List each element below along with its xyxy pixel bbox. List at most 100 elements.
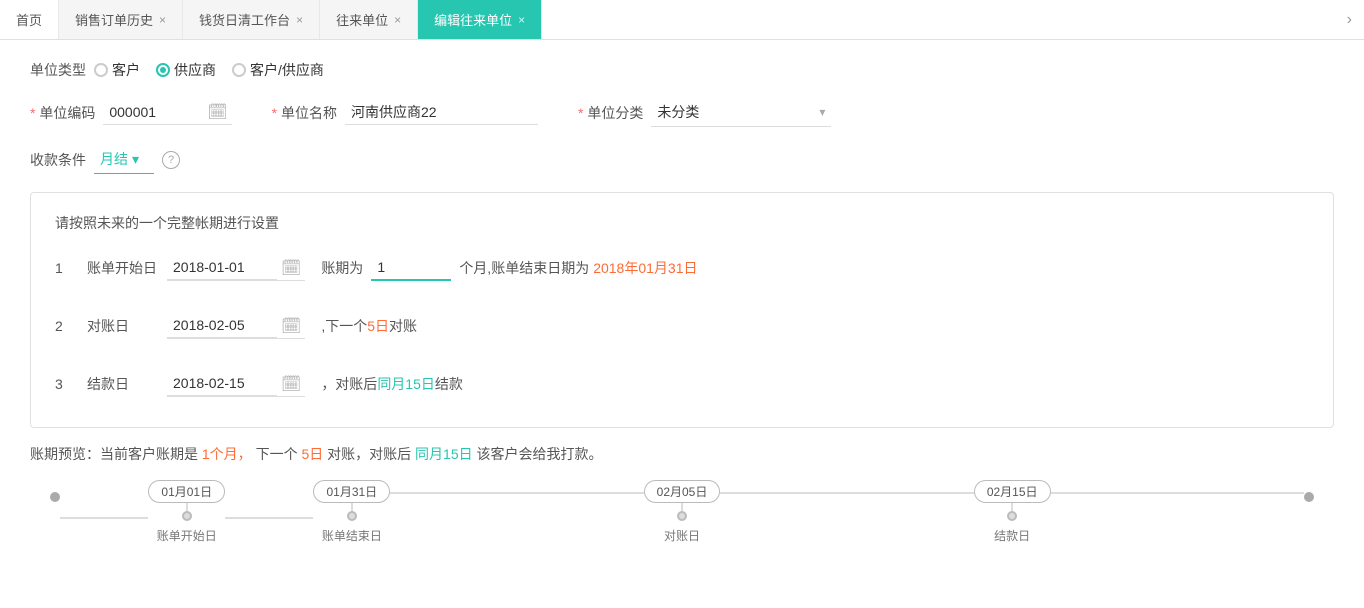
unit-category-dropdown[interactable]: 未分类 ▾	[651, 98, 831, 127]
period-prefix: 账期为	[321, 258, 363, 278]
timeline-start	[50, 480, 60, 502]
timeline-dot-2	[347, 511, 357, 521]
radio-supplier[interactable]: 供应商	[156, 60, 216, 80]
unit-code-icon[interactable]: 🗓	[203, 102, 231, 122]
unit-name-label: 单位名称	[272, 103, 337, 123]
timeline-dot-1	[182, 511, 192, 521]
preview-period: 1个月，	[202, 446, 252, 462]
timeline-badge-3: 02月05日	[644, 480, 721, 503]
reconcile-desc-prefix: ,下一个	[321, 316, 367, 336]
reconcile-highlight: 5日	[367, 316, 389, 336]
collect-condition-label: 收款条件	[30, 150, 86, 170]
unit-category-field: 单位分类 未分类 ▾	[578, 98, 831, 127]
setting-row-2: 2 对账日 🗓 ,下一个 5日 对账	[55, 311, 1309, 341]
timeline-label-2: 账单结束日	[322, 527, 382, 544]
radio-both[interactable]: 客户/供应商	[232, 60, 324, 80]
reconcile-desc-suffix: 对账	[389, 316, 417, 336]
tab-edit-partner-close[interactable]: ×	[518, 13, 525, 27]
start-date-input[interactable]	[167, 255, 277, 280]
collect-condition-row: 收款条件 月结 ▾ ?	[30, 145, 1334, 174]
unit-category-value: 未分类	[657, 102, 813, 122]
tab-home[interactable]: 首页	[0, 0, 59, 39]
payment-date-cal-icon[interactable]: 🗓	[277, 374, 305, 394]
timeline-badge-4: 02月15日	[974, 480, 1051, 503]
timeline-segment-1: 01月01日 账单开始日	[60, 480, 313, 544]
collect-condition-dropdown[interactable]: 月结 ▾	[94, 145, 154, 174]
start-date-input-wrap: 🗓	[167, 255, 305, 281]
setting-num-1: 1	[55, 260, 75, 276]
unit-info-row: 单位编码 🗓 单位名称 单位分类 未分类 ▾	[30, 98, 1334, 127]
reconcile-date-cal-icon[interactable]: 🗓	[277, 316, 305, 336]
payment-date-input[interactable]	[167, 371, 277, 396]
payment-highlight: 同月15日	[377, 374, 435, 394]
timeline-label-3: 对账日	[664, 527, 700, 544]
radio-customer[interactable]: 客户	[94, 60, 140, 80]
setting-row-3: 3 结款日 🗓 ，对账后 同月15日 结款	[55, 369, 1309, 399]
reconcile-date-input[interactable]	[167, 313, 277, 338]
preview-payment-highlight: 同月15日	[415, 446, 473, 462]
tab-cash-work[interactable]: 钱货日清工作台 ×	[183, 0, 320, 39]
tab-expand-button[interactable]: ›	[1335, 11, 1364, 29]
collect-condition-value: 月结	[100, 149, 128, 169]
setting-row-1: 1 账单开始日 🗓 账期为 个月,账单结束日期为 2018年01月31日	[55, 253, 1309, 283]
tab-sales-history[interactable]: 销售订单历史 ×	[59, 0, 183, 39]
payment-date-input-wrap: 🗓	[167, 371, 305, 397]
unit-type-label: 单位类型	[30, 60, 86, 80]
preview-text: 账期预览：当前客户账期是 1个月， 下一个 5日 对账，对账后 同月15日 该客…	[30, 444, 1334, 464]
timeline-line-4	[720, 492, 973, 494]
timeline-node-1: 01月01日 账单开始日	[148, 480, 225, 544]
unit-category-arrow: ▾	[819, 105, 825, 119]
radio-label-supplier: 供应商	[174, 60, 216, 80]
preview-reconcile-highlight: 5日	[301, 446, 323, 462]
unit-code-input[interactable]	[103, 100, 203, 124]
timeline-end-dot	[1304, 492, 1314, 502]
preview-label: 账期预览：当前客户账期是	[30, 446, 198, 462]
tab-partners[interactable]: 往来单位 ×	[320, 0, 418, 39]
radio-circle-customer	[94, 63, 108, 77]
period-value-input[interactable]	[371, 255, 451, 281]
timeline-line-1	[60, 517, 148, 519]
main-content: 单位类型 客户 供应商 客户/供应商 单位编码 🗓 单位	[0, 40, 1364, 608]
tab-sales-history-close[interactable]: ×	[159, 13, 166, 27]
payment-desc-suffix: 结款	[435, 374, 463, 394]
tab-cash-work-close[interactable]: ×	[296, 13, 303, 27]
timeline-badge-2: 01月31日	[313, 480, 390, 503]
preview-payment-suffix: 该客户会给我打款。	[477, 446, 603, 462]
tabs-bar: 首页 销售订单历史 × 钱货日清工作台 × 往来单位 × 编辑往来单位 × ›	[0, 0, 1364, 40]
preview-reconcile-suffix: 对账，对账后	[327, 446, 411, 462]
collect-dropdown-arrow: ▾	[132, 151, 139, 168]
unit-type-radio-group: 客户 供应商 客户/供应商	[94, 60, 324, 80]
radio-label-customer: 客户	[112, 60, 140, 80]
help-icon[interactable]: ?	[162, 151, 180, 169]
timeline-line-2	[225, 517, 313, 519]
payment-desc-prefix: ，对账后	[321, 374, 377, 394]
timeline-label-1: 账单开始日	[157, 527, 217, 544]
radio-circle-both	[232, 63, 246, 77]
timeline-start-dot	[50, 492, 60, 502]
tab-edit-partner[interactable]: 编辑往来单位 ×	[418, 0, 542, 39]
timeline-badge-1: 01月01日	[148, 480, 225, 503]
setting-name-3: 结款日	[87, 374, 167, 394]
period-suffix: 个月,账单结束日期为	[459, 258, 589, 278]
timeline-node-4: 02月15日 结款日	[974, 480, 1051, 544]
preview-reconcile-prefix: 下一个	[256, 446, 298, 462]
timeline-dot-3	[677, 511, 687, 521]
setting-name-2: 对账日	[87, 316, 167, 336]
unit-code-input-wrap: 🗓	[103, 100, 231, 125]
unit-code-label: 单位编码	[30, 103, 95, 123]
radio-label-both: 客户/供应商	[250, 60, 324, 80]
settings-card: 请按照未来的一个完整帐期进行设置 1 账单开始日 🗓 账期为 个月,账单结束日期…	[30, 192, 1334, 428]
tab-partners-close[interactable]: ×	[394, 13, 401, 27]
unit-name-input[interactable]	[345, 100, 538, 125]
unit-type-row: 单位类型 客户 供应商 客户/供应商	[30, 60, 1334, 80]
radio-circle-supplier	[156, 63, 170, 77]
start-date-cal-icon[interactable]: 🗓	[277, 258, 305, 278]
period-end-date: 2018年01月31日	[593, 258, 697, 278]
timeline-dot-4	[1007, 511, 1017, 521]
reconcile-date-input-wrap: 🗓	[167, 313, 305, 339]
settings-card-title: 请按照未来的一个完整帐期进行设置	[55, 213, 1309, 233]
timeline-line-5	[1051, 492, 1304, 494]
unit-code-field: 单位编码 🗓	[30, 100, 232, 125]
timeline-end	[1304, 480, 1314, 502]
timeline-container: 01月01日 账单开始日 01月31日 账单结束日 02月05日 对账日	[30, 480, 1334, 564]
